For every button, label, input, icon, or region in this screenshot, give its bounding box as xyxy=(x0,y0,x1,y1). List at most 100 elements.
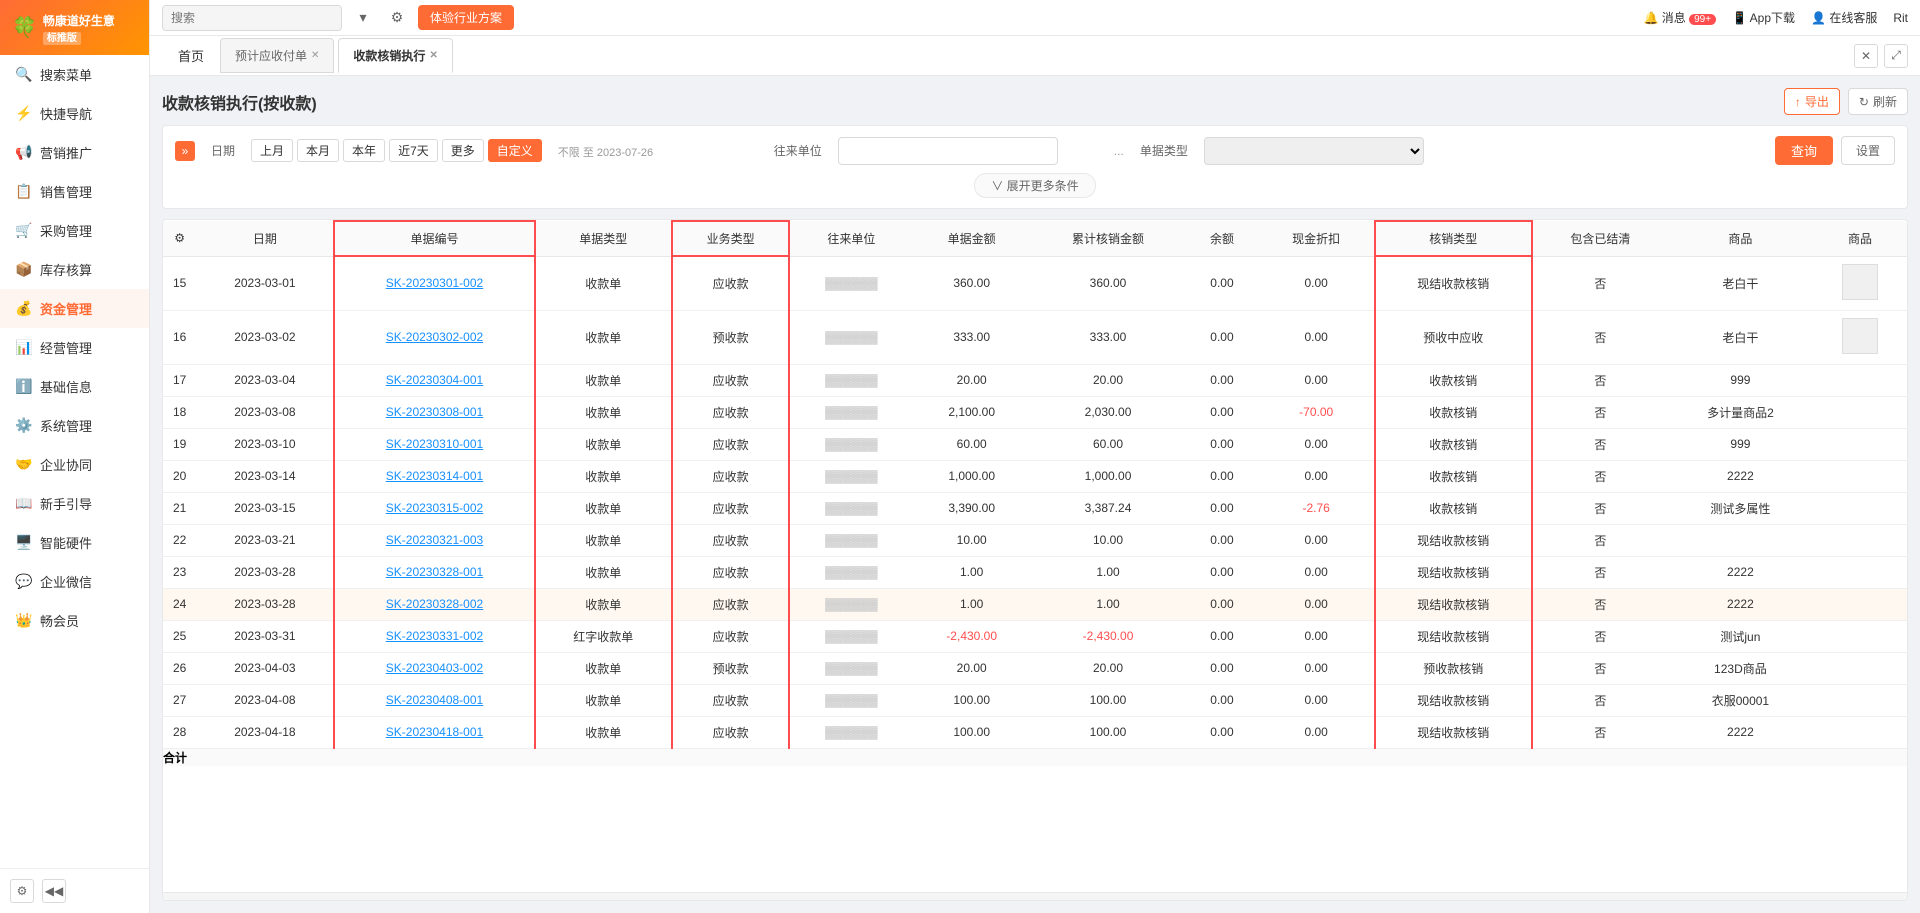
table-cell: 17 xyxy=(163,364,196,396)
table-cell xyxy=(1813,652,1907,684)
table-cell: 0.00 xyxy=(1259,310,1375,364)
table-cell: ▓▓▓▓▓▓ xyxy=(789,396,912,428)
sidebar-item-member[interactable]: 👑 畅会员 xyxy=(0,601,149,640)
table-row: 202023-03-14SK-20230314-001收款单应收款▓▓▓▓▓▓1… xyxy=(163,460,1907,492)
sidebar-item-label: 智能硬件 xyxy=(40,533,92,552)
table-cell: 2,030.00 xyxy=(1031,396,1185,428)
this-month-btn[interactable]: 本月 xyxy=(297,139,339,162)
messages-btn[interactable]: 🔔 消息 99+ xyxy=(1643,9,1716,26)
table-cell[interactable]: SK-20230403-002 xyxy=(334,652,534,684)
table-cell[interactable]: SK-20230328-001 xyxy=(334,556,534,588)
sidebar-item-marketing[interactable]: 📢 营销推广 xyxy=(0,133,149,172)
member-icon: 👑 xyxy=(16,613,32,629)
table-cell: 多计量商品2 xyxy=(1668,396,1813,428)
custom-date-btn[interactable]: 自定义 xyxy=(488,139,542,162)
table-cell: 否 xyxy=(1532,524,1668,556)
th-writeoff-type: 核销类型 xyxy=(1375,221,1533,256)
sidebar-item-guide[interactable]: 📖 新手引导 xyxy=(0,484,149,523)
table-scrollbar[interactable] xyxy=(163,892,1907,900)
sidebar-item-finance[interactable]: 💰 资金管理 xyxy=(0,289,149,328)
sidebar-item-hardware[interactable]: 🖥️ 智能硬件 xyxy=(0,523,149,562)
topnav-search-input[interactable] xyxy=(162,5,342,31)
expand-more-btn[interactable]: ∨ 展开更多条件 xyxy=(974,173,1095,198)
inventory-icon: 📦 xyxy=(16,262,32,278)
filter-expand-btn[interactable]: » xyxy=(175,141,195,161)
table-cell[interactable]: SK-20230314-001 xyxy=(334,460,534,492)
th-bill-type: 单据类型 xyxy=(535,221,672,256)
online-service-btn[interactable]: 👤 在线客服 xyxy=(1811,9,1877,26)
sidebar-item-sales[interactable]: 📋 销售管理 xyxy=(0,172,149,211)
tab-close-writeoff[interactable]: ✕ xyxy=(429,50,437,61)
collapse-btn[interactable]: ◀◀ xyxy=(42,879,66,903)
query-btn[interactable]: 查询 xyxy=(1775,136,1833,165)
settings-bottom-btn[interactable]: ⚙ xyxy=(10,879,34,903)
table-cell: 0.00 xyxy=(1185,588,1259,620)
table-cell: 测试jun xyxy=(1668,620,1813,652)
this-year-btn[interactable]: 本年 xyxy=(343,139,385,162)
chevron-down-icon[interactable]: ▾ xyxy=(350,5,376,31)
sidebar-item-search[interactable]: 🔍 搜索菜单 xyxy=(0,55,149,94)
restore-tab-btn[interactable]: ⤢ xyxy=(1884,44,1908,68)
party-input[interactable] xyxy=(838,137,1058,165)
table-cell: 2023-03-08 xyxy=(196,396,334,428)
last-7days-btn[interactable]: 近7天 xyxy=(389,139,438,162)
export-btn[interactable]: ↑ 导出 xyxy=(1784,88,1840,115)
table-cell: 0.00 xyxy=(1185,428,1259,460)
table-cell[interactable]: SK-20230301-002 xyxy=(334,256,534,310)
table-cell: 24 xyxy=(163,588,196,620)
guide-icon: 📖 xyxy=(16,496,32,512)
table-cell: 2023-03-21 xyxy=(196,524,334,556)
last-month-btn[interactable]: 上月 xyxy=(251,139,293,162)
table-cell[interactable]: SK-20230418-001 xyxy=(334,716,534,748)
sidebar-item-basic-info[interactable]: ℹ️ 基础信息 xyxy=(0,367,149,406)
settings-icon[interactable]: ⚙ xyxy=(384,5,410,31)
sidebar-item-label: 快捷导航 xyxy=(40,104,92,123)
table-cell: 16 xyxy=(163,310,196,364)
table-cell[interactable]: SK-20230304-001 xyxy=(334,364,534,396)
table-cell: 否 xyxy=(1532,492,1668,524)
table-cell: 333.00 xyxy=(1031,310,1185,364)
bill-type-label: 单据类型 xyxy=(1140,142,1188,159)
table-cell[interactable]: SK-20230310-001 xyxy=(334,428,534,460)
table-cell[interactable]: SK-20230331-002 xyxy=(334,620,534,652)
sidebar-item-enterprise[interactable]: 🤝 企业协同 xyxy=(0,445,149,484)
setting-btn[interactable]: 设置 xyxy=(1841,136,1895,165)
tab-receivable[interactable]: 预计应收付单 ✕ xyxy=(220,38,334,73)
table-cell: ▓▓▓▓▓▓ xyxy=(789,256,912,310)
table-cell[interactable]: SK-20230302-002 xyxy=(334,310,534,364)
tab-home[interactable]: 首页 xyxy=(162,38,220,73)
sidebar-item-wechat[interactable]: 💬 企业微信 xyxy=(0,562,149,601)
table-cell: 0.00 xyxy=(1185,652,1259,684)
refresh-btn[interactable]: ↻ 刷新 xyxy=(1848,88,1908,115)
sidebar-item-operations[interactable]: 📊 经营管理 xyxy=(0,328,149,367)
table-cell: 否 xyxy=(1532,364,1668,396)
sidebar-item-system[interactable]: ⚙️ 系统管理 xyxy=(0,406,149,445)
solution-btn[interactable]: 体验行业方案 xyxy=(418,5,514,30)
more-date-btn[interactable]: 更多 xyxy=(442,139,484,162)
table-cell: -2.76 xyxy=(1259,492,1375,524)
app-download-btn[interactable]: 📱 App下载 xyxy=(1732,9,1795,26)
table-cell: 123D商品 xyxy=(1668,652,1813,684)
bill-type-select[interactable] xyxy=(1204,137,1424,165)
table-cell[interactable]: SK-20230408-001 xyxy=(334,684,534,716)
table-cell[interactable]: SK-20230328-002 xyxy=(334,588,534,620)
party-more-btn[interactable]: ... xyxy=(1114,144,1124,158)
close-tab-btn[interactable]: ✕ xyxy=(1854,44,1878,68)
table-cell: 20 xyxy=(163,460,196,492)
sidebar-item-quicknav[interactable]: ⚡ 快捷导航 xyxy=(0,94,149,133)
table-cell[interactable]: SK-20230315-002 xyxy=(334,492,534,524)
tab-close-receivable[interactable]: ✕ xyxy=(311,50,319,61)
table-cell: 60.00 xyxy=(1031,428,1185,460)
messages-badge: 99+ xyxy=(1689,14,1716,25)
table-cell[interactable]: SK-20230308-001 xyxy=(334,396,534,428)
table-cell: 应收款 xyxy=(672,524,789,556)
table-cell xyxy=(1813,556,1907,588)
table-cell xyxy=(1668,524,1813,556)
sidebar-item-purchase[interactable]: 🛒 采购管理 xyxy=(0,211,149,250)
table-cell: ▓▓▓▓▓▓ xyxy=(789,310,912,364)
sidebar-item-inventory[interactable]: 📦 库存核算 xyxy=(0,250,149,289)
table-cell[interactable]: SK-20230321-003 xyxy=(334,524,534,556)
sidebar-menu: 🔍 搜索菜单 ⚡ 快捷导航 📢 营销推广 📋 销售管理 🛒 采购管理 📦 库存核… xyxy=(0,55,149,868)
tab-writeoff[interactable]: 收款核销执行 ✕ xyxy=(338,38,452,73)
table-container[interactable]: ⚙ 日期 单据编号 单据类型 业务类型 往来单位 单据金额 累计核销金额 余额 … xyxy=(163,220,1907,892)
